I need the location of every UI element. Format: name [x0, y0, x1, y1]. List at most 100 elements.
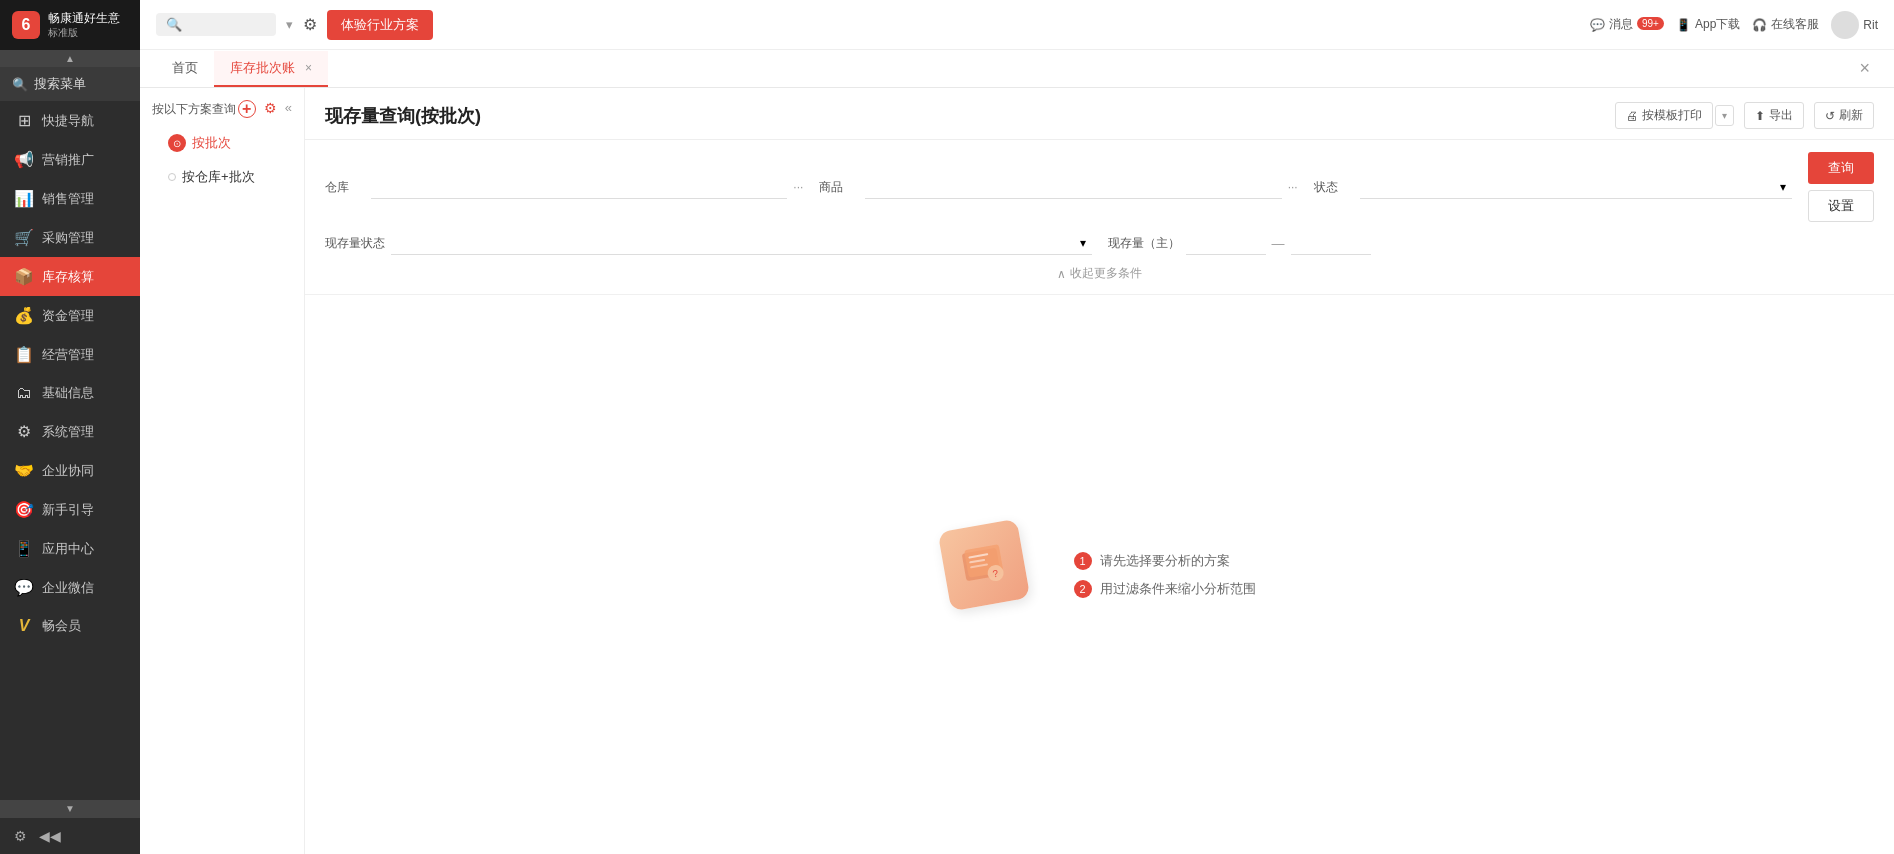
- filter-row-2: 现存量状态 ▾ 现存量（主） —: [325, 232, 1874, 255]
- warehouse-input[interactable]: [371, 176, 787, 199]
- chevron-down-icon: ▾: [1722, 110, 1727, 121]
- sidebar-item-system[interactable]: ⚙ 系统管理: [0, 412, 140, 451]
- export-btn[interactable]: ⬆ 导出: [1744, 102, 1804, 129]
- warehouse-field: 仓库 ···: [325, 176, 803, 199]
- sidebar: 6 畅康通好生意 标准版 ▲ 🔍 搜索菜单 ⊞ 快捷导航 📢 营销推广 📊 销售…: [0, 0, 140, 854]
- quick-nav-icon: ⊞: [14, 111, 34, 130]
- status-field: 状态 ▾: [1314, 176, 1792, 199]
- main-area: 🔍 ▾ ⚙ 体验行业方案 💬 消息 99+ 📱 App下载 🎧 在线客服 Rit: [140, 0, 1894, 854]
- sidebar-item-sales[interactable]: 📊 销售管理: [0, 179, 140, 218]
- topbar-settings-icon[interactable]: ⚙: [303, 15, 317, 34]
- status-label: 状态: [1314, 179, 1354, 196]
- marketing-icon: 📢: [14, 150, 34, 169]
- sidebar-scroll-up[interactable]: ▲: [0, 50, 140, 67]
- query-button[interactable]: 查询: [1808, 152, 1874, 184]
- topbar-dropdown-icon[interactable]: ▾: [286, 17, 293, 32]
- print-dropdown-btn[interactable]: ▾: [1715, 105, 1734, 126]
- sidebar-item-marketing[interactable]: 📢 营销推广: [0, 140, 140, 179]
- refresh-btn[interactable]: ↺ 刷新: [1814, 102, 1874, 129]
- filter-collapse-icon[interactable]: «: [285, 100, 292, 118]
- sidebar-item-newbie[interactable]: 🎯 新手引导: [0, 490, 140, 529]
- sidebar-item-operations[interactable]: 📋 经营管理: [0, 335, 140, 374]
- sales-icon: 📊: [14, 189, 34, 208]
- topbar-search-box[interactable]: 🔍: [156, 13, 276, 36]
- filter-item-batch[interactable]: ⊙ 按批次: [140, 126, 304, 160]
- status-select[interactable]: ▾: [1360, 176, 1792, 199]
- topbar-search-input[interactable]: [188, 18, 268, 32]
- sidebar-item-label: 企业微信: [42, 579, 94, 597]
- online-service-btn[interactable]: 🎧 在线客服: [1752, 16, 1819, 33]
- tab-close-icon[interactable]: ×: [305, 61, 312, 75]
- filter-panel-title: 按以下方案查询: [152, 101, 236, 118]
- sidebar-item-label: 快捷导航: [42, 112, 94, 130]
- sidebar-item-label: 畅会员: [42, 617, 81, 635]
- sidebar-item-member[interactable]: V 畅会员: [0, 607, 140, 645]
- edition-label: 标准版: [48, 26, 120, 39]
- sidebar-scroll-down[interactable]: ▼: [0, 800, 140, 817]
- user-name: Rit: [1863, 18, 1878, 32]
- enterprise-icon: 🤝: [14, 461, 34, 480]
- filter-active-dot: ⊙: [168, 134, 186, 152]
- messages-label: 消息: [1609, 16, 1633, 33]
- product-label: 商品: [819, 179, 859, 196]
- tip-text-2: 用过滤条件来缩小分析范围: [1100, 580, 1256, 598]
- messages-btn[interactable]: 💬 消息 99+: [1590, 16, 1664, 33]
- tab-panel-close-icon[interactable]: ×: [1851, 58, 1878, 79]
- tab-active-label: 库存批次账: [230, 59, 295, 77]
- stock-status-dropdown-icon: ▾: [1080, 236, 1086, 250]
- settings-footer-icon[interactable]: ⚙: [14, 828, 27, 844]
- print-btn[interactable]: 🖨 按模板打印: [1615, 102, 1713, 129]
- quantity-label: 现存量（主）: [1108, 235, 1180, 252]
- topbar-search-icon: 🔍: [166, 17, 182, 32]
- inventory-icon: 📦: [14, 267, 34, 286]
- tab-home[interactable]: 首页: [156, 51, 214, 87]
- collapse-sidebar-icon[interactable]: ◀◀: [39, 828, 61, 844]
- collapse-btn[interactable]: ∧ 收起更多条件: [1057, 265, 1142, 282]
- sidebar-search[interactable]: 🔍 搜索菜单: [0, 67, 140, 101]
- app-download-btn[interactable]: 📱 App下载: [1676, 16, 1740, 33]
- operations-icon: 📋: [14, 345, 34, 364]
- quantity-to-input[interactable]: [1291, 232, 1371, 255]
- app-logo: 6: [12, 11, 40, 39]
- sidebar-item-appstore[interactable]: 📱 应用中心: [0, 529, 140, 568]
- product-input[interactable]: [865, 176, 1281, 199]
- sidebar-item-enterprise[interactable]: 🤝 企业协同: [0, 451, 140, 490]
- sidebar-nav: ⊞ 快捷导航 📢 营销推广 📊 销售管理 🛒 采购管理 📦 库存核算 💰 资金管…: [0, 101, 140, 800]
- stock-status-label: 现存量状态: [325, 235, 385, 252]
- quantity-from-input[interactable]: [1186, 232, 1266, 255]
- filter-item-label: 按批次: [192, 134, 231, 152]
- sidebar-item-inventory[interactable]: 📦 库存核算: [0, 257, 140, 296]
- tabbar: 首页 库存批次账 × ×: [140, 50, 1894, 88]
- product-field: 商品 ···: [819, 176, 1297, 199]
- export-label: 导出: [1769, 107, 1793, 124]
- company-info: 畅康通好生意 标准版: [48, 11, 120, 40]
- sidebar-item-quick-nav[interactable]: ⊞ 快捷导航: [0, 101, 140, 140]
- print-icon: 🖨: [1626, 109, 1638, 123]
- message-icon: 💬: [1590, 18, 1605, 32]
- settings-button[interactable]: 设置: [1808, 190, 1874, 222]
- stock-status-select[interactable]: ▾: [391, 232, 1092, 255]
- filter-add-icon[interactable]: +: [238, 100, 256, 118]
- sidebar-item-finance[interactable]: 💰 资金管理: [0, 296, 140, 335]
- filter-panel-header: 按以下方案查询 + ⚙ «: [140, 100, 304, 126]
- user-info-btn[interactable]: Rit: [1831, 11, 1878, 39]
- filter-item-warehouse-batch[interactable]: 按仓库+批次: [140, 160, 304, 194]
- sidebar-header: 6 畅康通好生意 标准版: [0, 0, 140, 50]
- product-more-icon[interactable]: ···: [1288, 180, 1298, 194]
- collapse-icon: ∧: [1057, 267, 1066, 281]
- print-dropdown: 🖨 按模板打印 ▾: [1615, 102, 1734, 129]
- tab-inventory-batch[interactable]: 库存批次账 ×: [214, 51, 328, 87]
- sidebar-item-wechat[interactable]: 💬 企业微信: [0, 568, 140, 607]
- page-content: 按以下方案查询 + ⚙ « ⊙ 按批次 按仓库+批次 现存量查询(按批次): [140, 88, 1894, 854]
- demo-btn[interactable]: 体验行业方案: [327, 10, 433, 40]
- sidebar-item-label: 应用中心: [42, 540, 94, 558]
- online-service-label: 在线客服: [1771, 16, 1819, 33]
- warehouse-label: 仓库: [325, 179, 365, 196]
- collapse-label: 收起更多条件: [1070, 265, 1142, 282]
- app-download-icon: 📱: [1676, 18, 1691, 32]
- filter-settings-icon[interactable]: ⚙: [264, 100, 277, 118]
- sidebar-item-basic[interactable]: 🗂 基础信息: [0, 374, 140, 412]
- warehouse-more-icon[interactable]: ···: [793, 180, 803, 194]
- tip-num-1: 1: [1074, 552, 1092, 570]
- sidebar-item-purchase[interactable]: 🛒 采购管理: [0, 218, 140, 257]
